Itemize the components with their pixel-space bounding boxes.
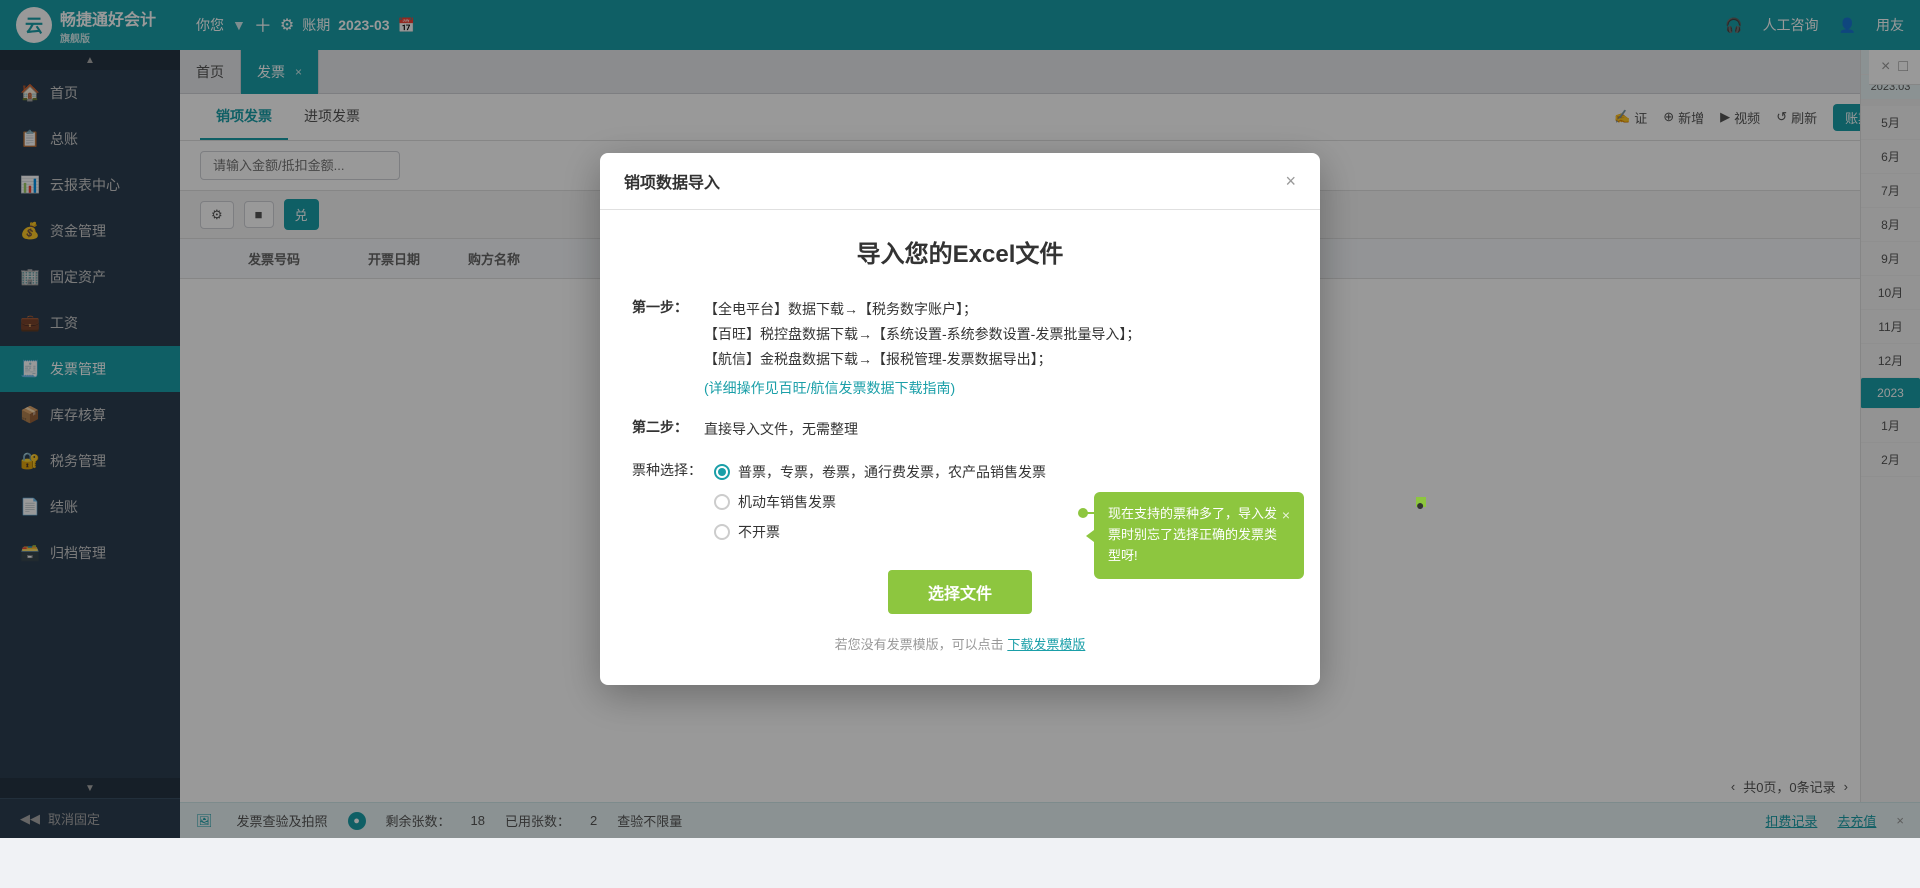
step2-content: 直接导入文件，无需整理 — [704, 417, 858, 442]
step1-guide-link[interactable]: (详细操作见百旺/航信发票数据下载指南) — [704, 380, 955, 396]
step1-line-2: 【百旺】税控盘数据下载→【系统设置-系统参数设置-发票批量导入】； — [704, 322, 1140, 347]
radio-circle-2 — [714, 494, 730, 510]
step1-row: 第一步： 【全电平台】数据下载→【税务数字账户】； 【百旺】税控盘数据下载→【系… — [632, 297, 1288, 402]
tooltip-indicator: ● — [1416, 497, 1426, 507]
radio-option-1[interactable]: 普票，专票，卷票，通行费发票，农产品销售发票 — [714, 462, 1046, 482]
modal-footer-text: 若您没有发票模版，可以点击 — [835, 637, 1004, 652]
radio-label-2: 机动车销售发票 — [738, 492, 836, 512]
radio-label-1: 普票，专票，卷票，通行费发票，农产品销售发票 — [738, 462, 1046, 482]
step1-content: 【全电平台】数据下载→【税务数字账户】； 【百旺】税控盘数据下载→【系统设置-系… — [704, 297, 1140, 402]
radio-circle-3 — [714, 524, 730, 540]
modal-dialog: 销项数据导入 × 导入您的Excel文件 第一步： 【全电平台】数据下载→【税务… — [600, 153, 1320, 686]
modal-big-title: 导入您的Excel文件 — [632, 234, 1288, 269]
radio-circle-1 — [714, 464, 730, 480]
modal-footer: 若您没有发票模版，可以点击 下载发票模版 — [632, 634, 1288, 653]
select-file-btn[interactable]: 选择文件 — [888, 570, 1032, 614]
step2-label: 第二步： — [632, 417, 692, 442]
step1-line-1: 【全电平台】数据下载→【税务数字账户】； — [704, 297, 1140, 322]
tooltip-close-btn[interactable]: × — [1282, 504, 1290, 526]
modal-body: 导入您的Excel文件 第一步： 【全电平台】数据下载→【税务数字账户】； 【百… — [600, 210, 1320, 686]
step2-row: 第二步： 直接导入文件，无需整理 — [632, 417, 1288, 442]
modal-title: 销项数据导入 — [624, 169, 720, 193]
tooltip-popup: × 现在支持的票种多了，导入发票时别忘了选择正确的发票类型呀! — [1094, 492, 1304, 578]
tooltip-connector-dot — [1078, 508, 1088, 518]
radio-option-2[interactable]: 机动车销售发票 ● — [714, 492, 1046, 512]
step1-label: 第一步： — [632, 297, 692, 402]
step1-line-3: 【航信】金税盘数据下载→【报税管理-发票数据导出】； — [704, 347, 1140, 372]
modal-header: 销项数据导入 × — [600, 153, 1320, 210]
tooltip-arrow — [1086, 530, 1094, 542]
radio-label: 票种选择： — [632, 458, 702, 480]
modal-footer-link[interactable]: 下载发票模版 — [1007, 637, 1085, 652]
modal-overlay: 销项数据导入 × 导入您的Excel文件 第一步： 【全电平台】数据下载→【税务… — [0, 0, 1920, 838]
radio-label-3: 不开票 — [738, 522, 780, 542]
tooltip-text: 现在支持的票种多了，导入发票时别忘了选择正确的发票类型呀! — [1108, 506, 1277, 563]
modal-close-btn[interactable]: × — [1285, 172, 1296, 190]
radio-option-3[interactable]: 不开票 — [714, 522, 1046, 542]
tooltip-dot: ● — [1416, 497, 1426, 507]
radio-group: 普票，专票，卷票，通行费发票，农产品销售发票 机动车销售发票 ● — [714, 462, 1046, 542]
radio-section: 票种选择： 普票，专票，卷票，通行费发票，农产品销售发票 机动车销售发票 ● — [632, 458, 1288, 542]
